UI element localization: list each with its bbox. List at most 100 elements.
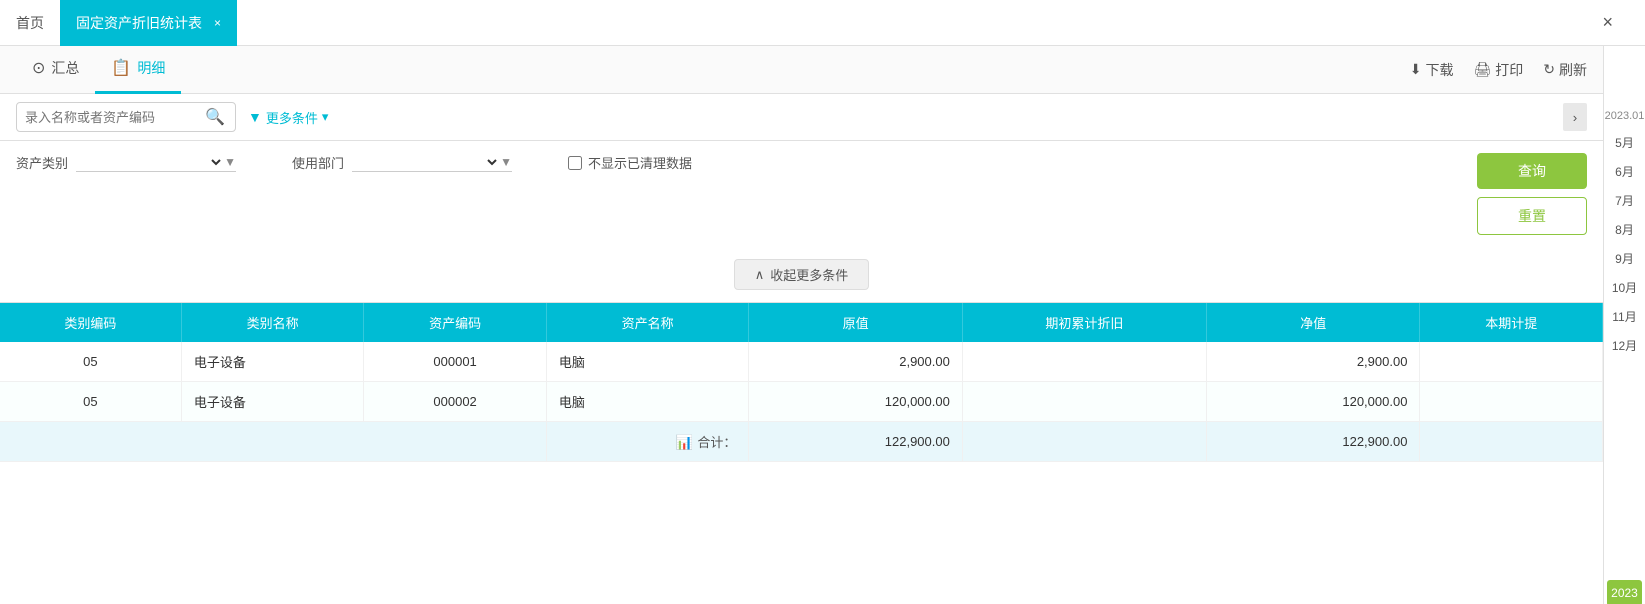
- right-sidebar: 2023.01 5月6月7月8月9月10月11月12月 2023: [1603, 46, 1645, 604]
- total-current-depreciation: [1420, 422, 1603, 462]
- total-net-value: 122,900.00: [1206, 422, 1419, 462]
- sidebar-year-label[interactable]: 2023: [1607, 580, 1642, 604]
- print-label: 打印: [1495, 60, 1523, 80]
- download-label: 下载: [1425, 60, 1453, 80]
- cell-current-depreciation: [1420, 382, 1603, 422]
- cell-accum-depreciation: [962, 382, 1206, 422]
- refresh-label: 刷新: [1559, 60, 1587, 80]
- left-panel: ⊙ 汇总 📋 明细 ⬇ 下载 🖨 打印 ↻ 刷新: [0, 46, 1603, 604]
- col-category-code: 类别编码: [0, 303, 181, 342]
- collapse-more-button[interactable]: ∧ 收起更多条件: [734, 259, 870, 290]
- home-link[interactable]: 首页: [16, 13, 60, 33]
- cell-category-name: 电子设备: [181, 382, 364, 422]
- active-tab[interactable]: 固定资产折旧统计表 ×: [60, 0, 237, 46]
- sidebar-date-label: 2023.01: [1601, 106, 1645, 126]
- sidebar-month-item[interactable]: 12月: [1608, 331, 1641, 360]
- department-chevron-icon: ▼: [500, 155, 512, 169]
- table-row: 05 电子设备 000001 电脑 2,900.00 2,900.00: [0, 342, 1603, 382]
- table-total-row: 📊合计： 122,900.00 122,900.00: [0, 422, 1603, 462]
- more-conditions-label: 更多条件: [266, 108, 318, 127]
- hide-cleared-label: 不显示已清理数据: [588, 153, 692, 172]
- filter-buttons: 查询 重置: [1477, 153, 1587, 235]
- search-bar: 🔍 ▼ 更多条件 ▾ ›: [0, 94, 1603, 141]
- cell-accum-depreciation: [962, 342, 1206, 382]
- reset-button[interactable]: 重置: [1477, 197, 1587, 235]
- cell-asset-code: 000001: [364, 342, 547, 382]
- tab-detail-label: 明细: [137, 58, 165, 78]
- asset-category-label: 资产类别: [16, 153, 68, 172]
- print-button[interactable]: 🖨 打印: [1473, 60, 1523, 80]
- cell-asset-code: 000002: [364, 382, 547, 422]
- detail-icon: 📋: [111, 58, 131, 78]
- window-close-icon[interactable]: ×: [1586, 12, 1629, 33]
- col-asset-name: 资产名称: [546, 303, 749, 342]
- sidebar-month-item[interactable]: 11月: [1608, 302, 1641, 331]
- col-asset-code: 资产编码: [364, 303, 547, 342]
- sidebar-month-item[interactable]: 8月: [1608, 215, 1641, 244]
- cell-category-name: 电子设备: [181, 342, 364, 382]
- department-label: 使用部门: [292, 153, 344, 172]
- sidebar-month-item[interactable]: 6月: [1608, 157, 1641, 186]
- col-original-value: 原值: [749, 303, 962, 342]
- department-select[interactable]: [352, 154, 500, 171]
- collapse-more-area: ∧ 收起更多条件: [16, 251, 1587, 290]
- total-label: 📊合计：: [546, 422, 749, 462]
- download-icon: ⬇: [1410, 61, 1422, 78]
- filter-row: 资产类别 ▼ 使用部门 ▼: [16, 153, 1461, 172]
- cell-original-value: 2,900.00: [749, 342, 962, 382]
- tab-summary-label: 汇总: [51, 58, 79, 78]
- hide-cleared-field: 不显示已清理数据: [568, 153, 692, 172]
- cell-asset-name: 电脑: [546, 382, 749, 422]
- total-original-value: 122,900.00: [749, 422, 962, 462]
- tab-detail[interactable]: 📋 明细: [95, 46, 181, 94]
- refresh-icon: ↻: [1543, 61, 1555, 78]
- chevron-down-icon: ▾: [322, 109, 329, 125]
- summary-icon: ⊙: [32, 58, 45, 78]
- cell-original-value: 120,000.00: [749, 382, 962, 422]
- cell-net-value: 120,000.00: [1206, 382, 1419, 422]
- sidebar-month-item[interactable]: 7月: [1608, 186, 1641, 215]
- department-field: 使用部门 ▼: [292, 153, 512, 172]
- hide-cleared-checkbox[interactable]: [568, 156, 582, 170]
- sub-tabs-bar: ⊙ 汇总 📋 明细 ⬇ 下载 🖨 打印 ↻ 刷新: [0, 46, 1603, 94]
- department-select-wrap: ▼: [352, 154, 512, 172]
- col-accum-depreciation: 期初累计折旧: [962, 303, 1206, 342]
- sidebar-month-item[interactable]: 10月: [1608, 273, 1641, 302]
- data-table-wrap: 类别编码 类别名称 资产编码 资产名称 原值 期初累计折旧 净值 本期计提 05…: [0, 303, 1603, 604]
- collapse-more-label: 收起更多条件: [770, 265, 848, 284]
- cell-current-depreciation: [1420, 342, 1603, 382]
- filter-icon: ▼: [248, 109, 262, 125]
- sidebar-month-item[interactable]: 9月: [1608, 244, 1641, 273]
- more-conditions-toggle[interactable]: ▼ 更多条件 ▾: [248, 108, 328, 127]
- main-content: ⊙ 汇总 📋 明细 ⬇ 下载 🖨 打印 ↻ 刷新: [0, 46, 1645, 604]
- search-input-wrap: 🔍: [16, 102, 236, 132]
- col-current-depreciation: 本期计提: [1420, 303, 1603, 342]
- refresh-button[interactable]: ↻ 刷新: [1543, 60, 1587, 80]
- tab-title: 固定资产折旧统计表: [76, 13, 202, 33]
- cell-net-value: 2,900.00: [1206, 342, 1419, 382]
- data-table: 类别编码 类别名称 资产编码 资产名称 原值 期初累计折旧 净值 本期计提 05…: [0, 303, 1603, 462]
- asset-category-select[interactable]: [76, 154, 224, 171]
- col-category-name: 类别名称: [181, 303, 364, 342]
- tab-close-icon[interactable]: ×: [214, 16, 221, 30]
- cell-asset-name: 电脑: [546, 342, 749, 382]
- download-button[interactable]: ⬇ 下载: [1410, 60, 1454, 80]
- asset-category-field: 资产类别 ▼: [16, 153, 236, 172]
- print-icon: 🖨: [1473, 61, 1491, 78]
- query-button[interactable]: 查询: [1477, 153, 1587, 189]
- search-icon[interactable]: 🔍: [205, 107, 225, 127]
- sidebar-month-item[interactable]: 5月: [1608, 128, 1641, 157]
- tab-summary[interactable]: ⊙ 汇总: [16, 46, 95, 94]
- collapse-panel-button[interactable]: ›: [1563, 103, 1587, 131]
- sidebar-months: 5月6月7月8月9月10月11月12月: [1608, 128, 1641, 360]
- table-row: 05 电子设备 000002 电脑 120,000.00 120,000.00: [0, 382, 1603, 422]
- cell-category-code: 05: [0, 342, 181, 382]
- search-input[interactable]: [25, 110, 205, 125]
- filter-area: 资产类别 ▼ 使用部门 ▼: [0, 141, 1603, 303]
- col-net-value: 净值: [1206, 303, 1419, 342]
- top-navigation: 首页 固定资产折旧统计表 × ×: [0, 0, 1645, 46]
- total-accum-depreciation: [962, 422, 1206, 462]
- total-icon-cell: [0, 422, 546, 462]
- toolbar-right: ⬇ 下载 🖨 打印 ↻ 刷新: [1410, 60, 1587, 80]
- cell-category-code: 05: [0, 382, 181, 422]
